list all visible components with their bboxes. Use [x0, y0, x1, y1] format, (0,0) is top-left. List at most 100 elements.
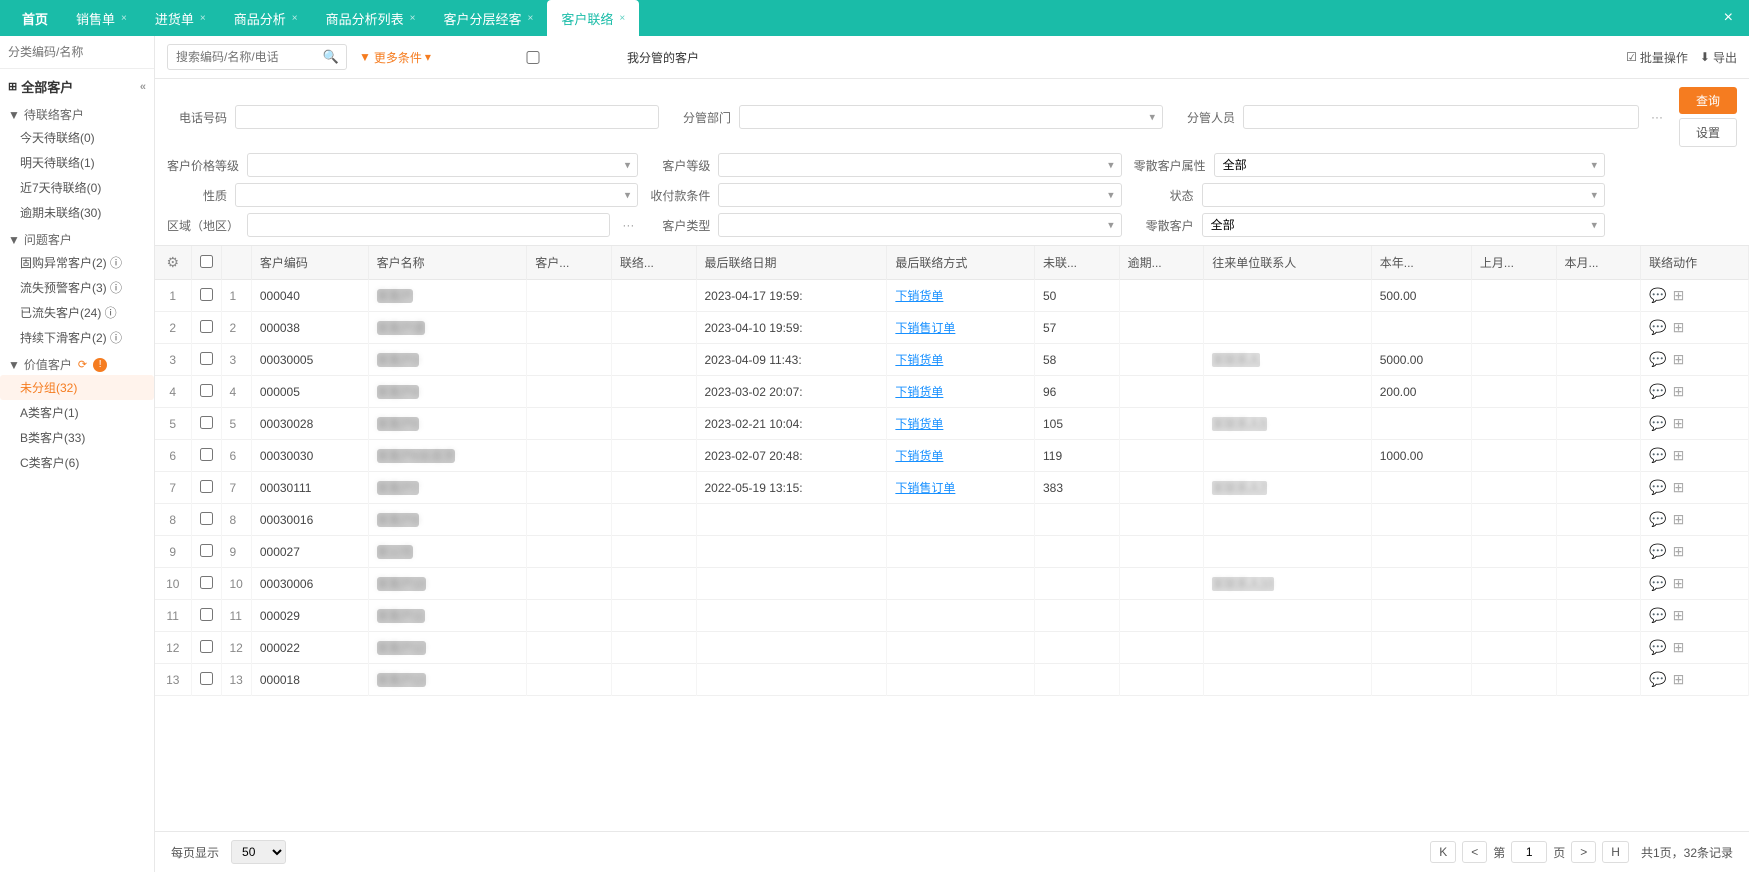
cell-checkbox[interactable]: [191, 632, 221, 664]
select-status[interactable]: [1202, 183, 1605, 207]
select-all-checkbox[interactable]: [200, 255, 213, 268]
my-customers-checkbox[interactable]: 我分管的客户: [443, 49, 699, 66]
grid-action-icon[interactable]: ⊞: [1673, 319, 1685, 336]
cell-checkbox[interactable]: [191, 408, 221, 440]
tab-goods-analysis-list[interactable]: 商品分析列表 ×: [312, 0, 430, 36]
grid-action-icon[interactable]: ⊞: [1673, 351, 1685, 368]
row-checkbox[interactable]: [200, 416, 213, 429]
comment-icon[interactable]: 💬: [1649, 479, 1666, 496]
contact-link[interactable]: 下销货单: [895, 417, 943, 431]
cell-last-method[interactable]: [887, 664, 1035, 696]
tab-goods-analysis-close[interactable]: ×: [292, 13, 298, 24]
last-page-btn[interactable]: H: [1602, 841, 1629, 863]
grid-action-icon[interactable]: ⊞: [1673, 607, 1685, 624]
input-region[interactable]: [247, 213, 610, 237]
sidebar-item-abnormal[interactable]: 固购异常客户(2) ⓘ: [0, 250, 154, 275]
col-code[interactable]: 客户编码: [251, 246, 368, 280]
grid-action-icon[interactable]: ⊞: [1673, 415, 1685, 432]
cell-last-method[interactable]: 下销货单: [887, 344, 1035, 376]
comment-icon[interactable]: 💬: [1649, 351, 1666, 368]
sidebar-item-lost[interactable]: 已流失客户(24) ⓘ: [0, 300, 154, 325]
sidebar-item-classB[interactable]: B类客户(33): [0, 425, 154, 450]
sidebar-item-unscored[interactable]: 未分组(32): [0, 375, 154, 400]
contact-link[interactable]: 下销货单: [895, 385, 943, 399]
group-value-label[interactable]: ▼ 价值客户 ⟳ !: [0, 350, 154, 375]
col-contact[interactable]: 联络...: [611, 246, 696, 280]
grid-action-icon[interactable]: ⊞: [1673, 511, 1685, 528]
cell-checkbox[interactable]: [191, 280, 221, 312]
all-customers-header[interactable]: ⊞ 全部客户 «: [0, 69, 154, 100]
sidebar-item-today[interactable]: 今天待联络(0): [0, 125, 154, 150]
col-this-month[interactable]: 本月...: [1556, 246, 1641, 280]
comment-icon[interactable]: 💬: [1649, 511, 1666, 528]
row-checkbox[interactable]: [200, 288, 213, 301]
comment-icon[interactable]: 💬: [1649, 607, 1666, 624]
col-partner-contact[interactable]: 往来单位联系人: [1204, 246, 1372, 280]
grid-action-icon[interactable]: ⊞: [1673, 543, 1685, 560]
grid-action-icon[interactable]: ⊞: [1673, 639, 1685, 656]
tab-customer-segment[interactable]: 客户分层经客 ×: [429, 0, 547, 36]
cell-checkbox[interactable]: [191, 664, 221, 696]
contact-link[interactable]: 下销售订单: [895, 321, 955, 335]
select-payment[interactable]: [718, 183, 1121, 207]
comment-icon[interactable]: 💬: [1649, 543, 1666, 560]
col-checkbox[interactable]: [191, 246, 221, 280]
next-page-btn[interactable]: >: [1571, 841, 1596, 863]
comment-icon[interactable]: 💬: [1649, 415, 1666, 432]
tab-customer-contact-close[interactable]: ×: [619, 13, 625, 24]
select-price-level[interactable]: [247, 153, 638, 177]
search-input[interactable]: [167, 44, 347, 70]
row-checkbox[interactable]: [200, 640, 213, 653]
more-conditions-btn[interactable]: ▼ 更多条件 ▾: [359, 49, 431, 66]
cell-checkbox[interactable]: [191, 472, 221, 504]
col-last-contact-method[interactable]: 最后联络方式: [887, 246, 1035, 280]
row-checkbox[interactable]: [200, 576, 213, 589]
tab-sales-close[interactable]: ×: [121, 13, 127, 24]
col-name[interactable]: 客户名称: [368, 246, 527, 280]
cell-last-method[interactable]: 下销货单: [887, 440, 1035, 472]
row-checkbox[interactable]: [200, 608, 213, 621]
cell-checkbox[interactable]: [191, 600, 221, 632]
contact-link[interactable]: 下销货单: [895, 449, 943, 463]
tab-home[interactable]: 首页: [8, 0, 62, 36]
cell-checkbox[interactable]: [191, 376, 221, 408]
row-checkbox[interactable]: [200, 320, 213, 333]
sidebar-item-near7[interactable]: 近7天待联络(0): [0, 175, 154, 200]
grid-action-icon[interactable]: ⊞: [1673, 575, 1685, 592]
cell-checkbox[interactable]: [191, 568, 221, 600]
tab-sales[interactable]: 销售单 ×: [62, 0, 141, 36]
cell-last-method[interactable]: 下销货单: [887, 280, 1035, 312]
cell-checkbox[interactable]: [191, 312, 221, 344]
row-checkbox[interactable]: [200, 672, 213, 685]
sidebar-search-input[interactable]: [8, 45, 155, 59]
row-checkbox[interactable]: [200, 480, 213, 493]
contact-link[interactable]: 下销货单: [895, 353, 943, 367]
tab-customer-segment-close[interactable]: ×: [527, 13, 533, 24]
cell-last-method[interactable]: [887, 632, 1035, 664]
cell-last-method[interactable]: [887, 600, 1035, 632]
cell-last-method[interactable]: 下销售订单: [887, 312, 1035, 344]
tab-customer-contact[interactable]: 客户联络 ×: [547, 0, 639, 36]
batch-ops-button[interactable]: ☑ 批量操作: [1626, 49, 1688, 66]
tab-purchase-close[interactable]: ×: [200, 13, 206, 24]
input-person[interactable]: [1243, 105, 1639, 129]
grid-action-icon[interactable]: ⊞: [1673, 479, 1685, 496]
export-button[interactable]: ⬇ 导出: [1700, 49, 1737, 66]
select-nature[interactable]: [235, 183, 638, 207]
my-customers-check[interactable]: [443, 51, 623, 64]
comment-icon[interactable]: 💬: [1649, 575, 1666, 592]
group-pending-label[interactable]: ▼ 待联络客户: [0, 100, 154, 125]
col-this-year[interactable]: 本年...: [1371, 246, 1471, 280]
select-scatter-attr[interactable]: 全部: [1214, 153, 1605, 177]
cell-last-method[interactable]: [887, 504, 1035, 536]
col-last-month[interactable]: 上月...: [1471, 246, 1556, 280]
comment-icon[interactable]: 💬: [1649, 383, 1666, 400]
cell-last-method[interactable]: 下销货单: [887, 376, 1035, 408]
prev-page-btn[interactable]: <: [1462, 841, 1487, 863]
col-not-contacted[interactable]: 未联...: [1035, 246, 1120, 280]
query-button[interactable]: 查询: [1679, 87, 1737, 114]
col-type[interactable]: 客户...: [527, 246, 612, 280]
row-checkbox[interactable]: [200, 352, 213, 365]
input-phone[interactable]: [235, 105, 659, 129]
grid-action-icon[interactable]: ⊞: [1673, 447, 1685, 464]
